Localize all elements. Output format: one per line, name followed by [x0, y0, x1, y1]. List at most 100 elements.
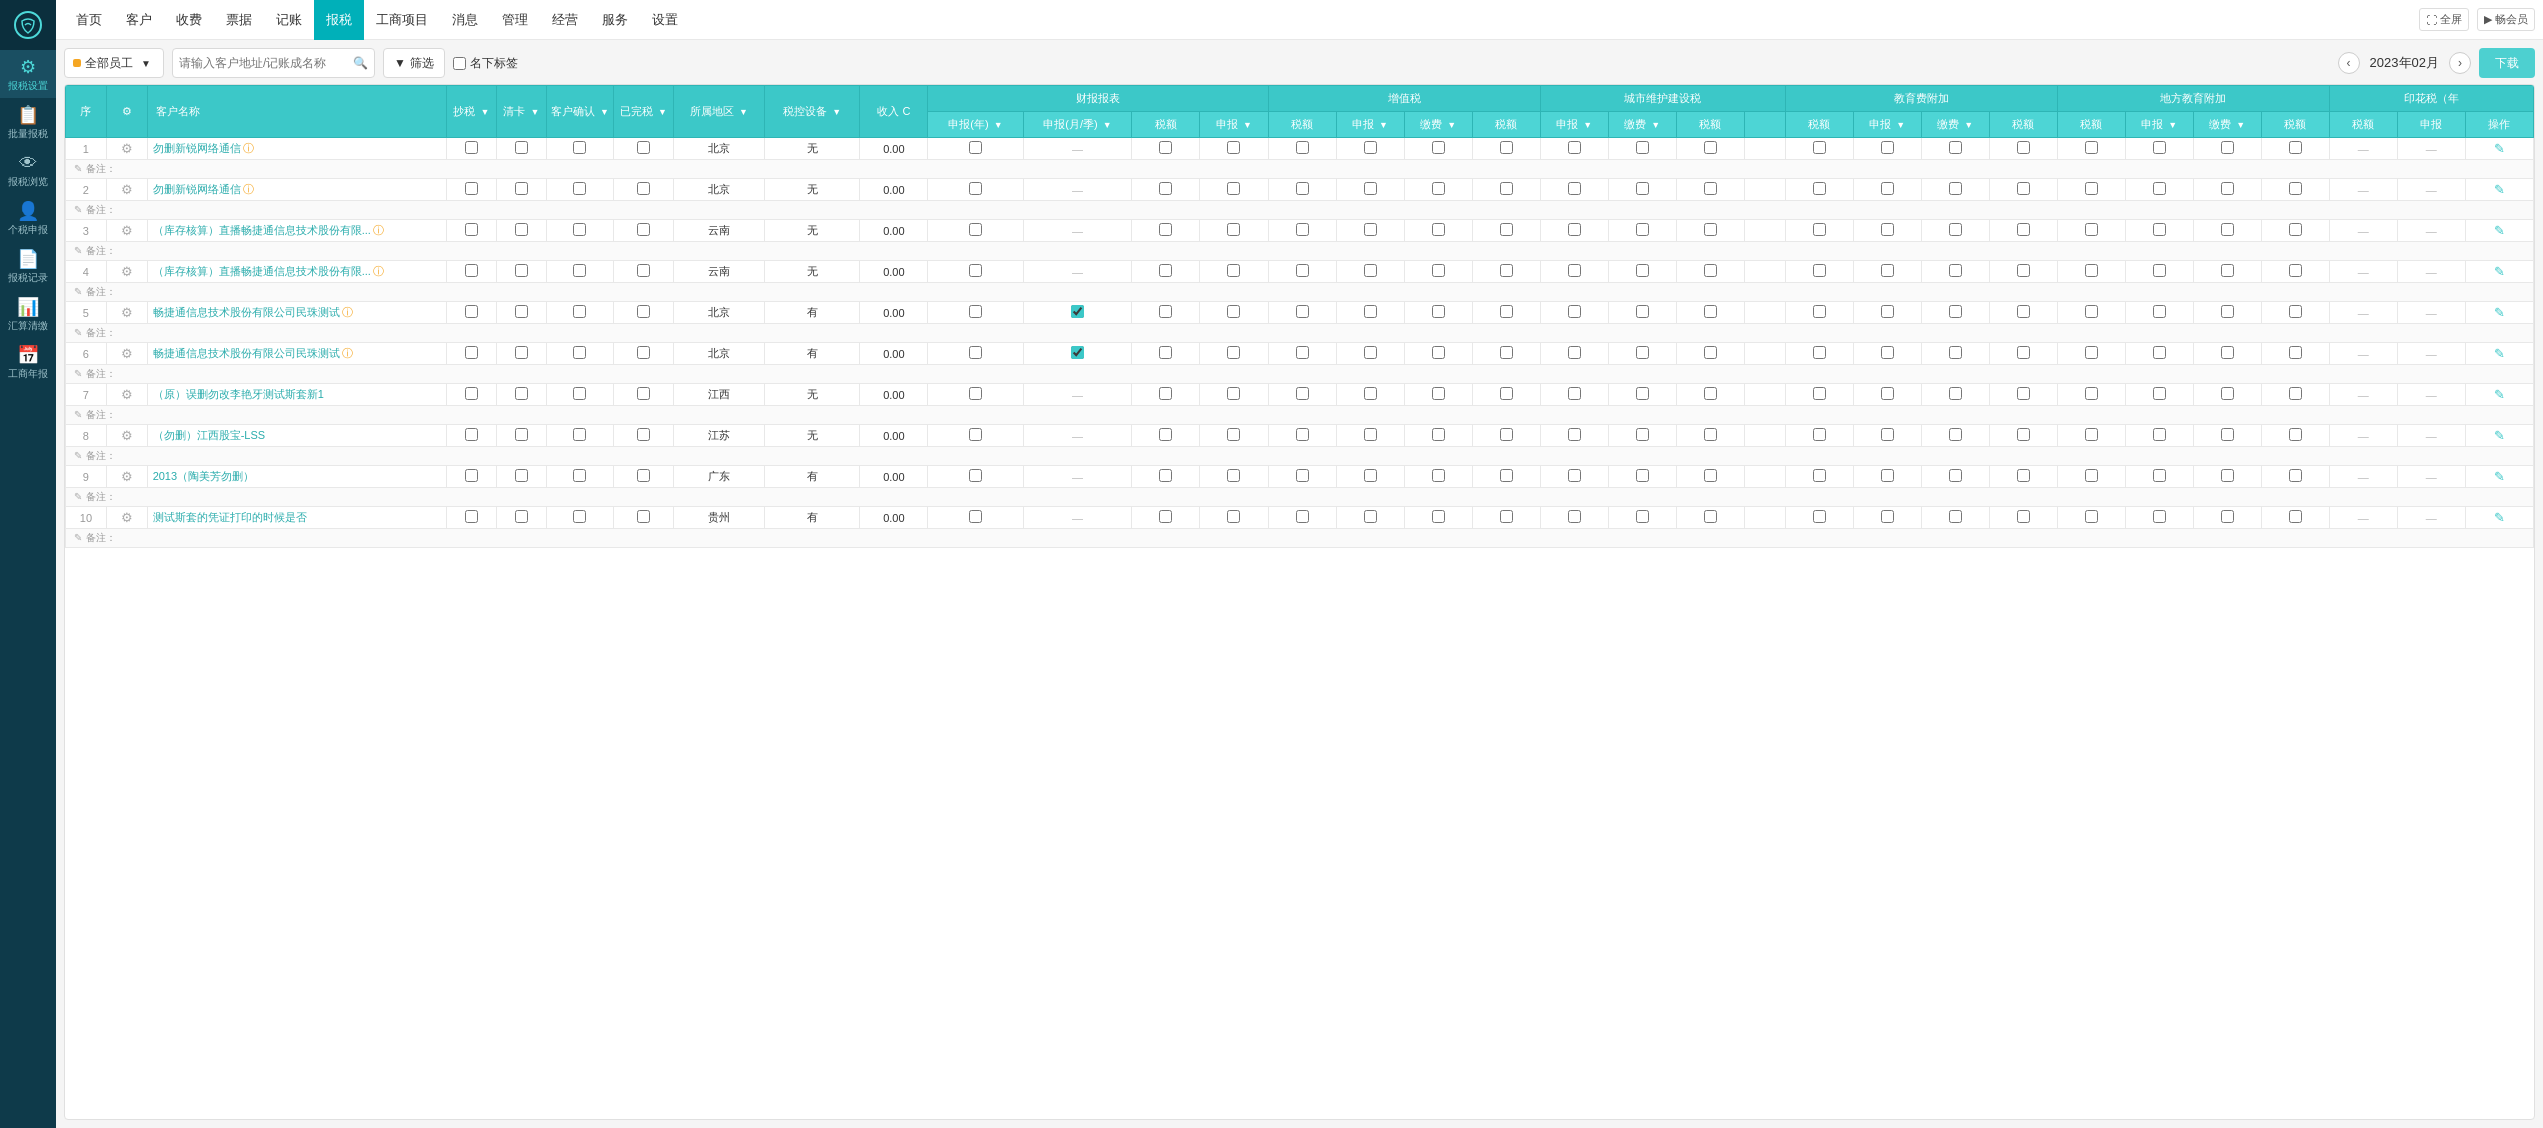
row-gear-icon[interactable]: ⚙ [121, 223, 133, 238]
jy-input-3[interactable] [2017, 346, 2030, 359]
zjs-input-1[interactable] [1364, 387, 1377, 400]
cs-input-1[interactable] [1636, 182, 1649, 195]
cb-year-input[interactable] [969, 346, 982, 359]
edit-icon[interactable]: ✎ [2494, 510, 2505, 525]
jy-input-2[interactable] [1949, 264, 1962, 277]
zjs-input-2[interactable] [1432, 264, 1445, 277]
jy-input-0[interactable] [1813, 305, 1826, 318]
jy-input-2[interactable] [1949, 182, 1962, 195]
jy-input-3[interactable] [2017, 223, 2030, 236]
edit-icon[interactable]: ✎ [2494, 141, 2505, 156]
nav-records[interactable]: 记账 [264, 0, 314, 40]
cb-year-input[interactable] [969, 428, 982, 441]
jy-input-2[interactable] [1949, 428, 1962, 441]
jy-input-2[interactable] [1949, 141, 1962, 154]
cell-name[interactable]: 测试斯套的凭证打印的时候是否 [147, 507, 446, 529]
df-input-2[interactable] [2221, 305, 2234, 318]
zjs-input-3[interactable] [1500, 223, 1513, 236]
cell-name[interactable]: 畅捷通信息技术股份有限公司民珠测试ⓘ [147, 302, 446, 324]
zjs-input-2[interactable] [1432, 469, 1445, 482]
cb-declare-input[interactable] [1227, 428, 1240, 441]
cell-name[interactable]: 勿删新锐网络通信ⓘ [147, 179, 446, 201]
cb-declare-input[interactable] [1227, 305, 1240, 318]
cell-tax-copy-input[interactable] [465, 510, 478, 523]
fullscreen-button[interactable]: ⛶ 全屏 [2419, 8, 2469, 31]
f-icon11[interactable]: ▼ [2236, 120, 2245, 130]
cell-tax-copy-input[interactable] [465, 264, 478, 277]
row-gear-icon[interactable]: ⚙ [121, 182, 133, 197]
vip-button[interactable]: ▶ 畅会员 [2477, 8, 2535, 31]
edit-icon[interactable]: ✎ [2494, 223, 2505, 238]
f-icon5[interactable]: ▼ [1447, 120, 1456, 130]
zjs-input-0[interactable] [1296, 141, 1309, 154]
settings-icon[interactable]: ⚙ [122, 105, 132, 117]
zjs-input-0[interactable] [1296, 346, 1309, 359]
zjs-input-3[interactable] [1500, 305, 1513, 318]
cb-declare-input[interactable] [1227, 346, 1240, 359]
jy-input-0[interactable] [1813, 141, 1826, 154]
nav-settings[interactable]: 设置 [640, 0, 690, 40]
cs-input-2[interactable] [1704, 428, 1717, 441]
df-input-0[interactable] [2085, 182, 2098, 195]
cb-declare-input[interactable] [1227, 510, 1240, 523]
jy-input-0[interactable] [1813, 264, 1826, 277]
filter-arrow-icon[interactable]: ▼ [481, 107, 490, 117]
nav-industry[interactable]: 工商项目 [364, 0, 440, 40]
zjs-input-2[interactable] [1432, 305, 1445, 318]
f-icon10[interactable]: ▼ [2168, 120, 2177, 130]
df-input-3[interactable] [2289, 182, 2302, 195]
jy-input-0[interactable] [1813, 346, 1826, 359]
cs-input-2[interactable] [1704, 223, 1717, 236]
zjs-input-3[interactable] [1500, 264, 1513, 277]
df-input-1[interactable] [2153, 264, 2166, 277]
cell-swipe-input[interactable] [515, 264, 528, 277]
cell-confirm-input[interactable] [573, 428, 586, 441]
cs-input-2[interactable] [1704, 182, 1717, 195]
name-tag-checkbox[interactable]: 名下标签 [453, 55, 518, 72]
cell-tax-copy-input[interactable] [465, 428, 478, 441]
filter-arrow-icon5[interactable]: ▼ [739, 107, 748, 117]
cell-confirm-input[interactable] [573, 346, 586, 359]
df-input-3[interactable] [2289, 264, 2302, 277]
cs-input-1[interactable] [1636, 141, 1649, 154]
jy-input-1[interactable] [1881, 264, 1894, 277]
cell-confirm-input[interactable] [573, 264, 586, 277]
df-input-0[interactable] [2085, 387, 2098, 400]
df-input-0[interactable] [2085, 141, 2098, 154]
cb-year-input[interactable] [969, 305, 982, 318]
cell-tax-copy-input[interactable] [465, 141, 478, 154]
nav-message[interactable]: 消息 [440, 0, 490, 40]
cell-name[interactable]: （库存核算）直播畅捷通信息技术股份有限...ⓘ [147, 220, 446, 242]
search-icon[interactable]: 🔍 [353, 56, 368, 70]
sidebar-item-summary[interactable]: 📊 汇算清缴 [0, 290, 56, 338]
df-input-1[interactable] [2153, 223, 2166, 236]
edit-icon[interactable]: ✎ [2494, 182, 2505, 197]
next-month-button[interactable]: › [2449, 52, 2471, 74]
cs-input-1[interactable] [1636, 510, 1649, 523]
df-input-2[interactable] [2221, 182, 2234, 195]
cb-tax-input[interactable] [1159, 141, 1172, 154]
df-input-2[interactable] [2221, 387, 2234, 400]
zjs-input-2[interactable] [1432, 387, 1445, 400]
zjs-input-2[interactable] [1432, 182, 1445, 195]
jy-input-1[interactable] [1881, 510, 1894, 523]
cell-confirm-input[interactable] [573, 387, 586, 400]
filter-arrow-icon6[interactable]: ▼ [832, 107, 841, 117]
cs-input-1[interactable] [1636, 387, 1649, 400]
zjs-input-1[interactable] [1364, 428, 1377, 441]
cb-tax-input[interactable] [1159, 182, 1172, 195]
jy-input-1[interactable] [1881, 346, 1894, 359]
cb-tax-input[interactable] [1159, 510, 1172, 523]
cb-declare-input[interactable] [1227, 141, 1240, 154]
df-input-1[interactable] [2153, 141, 2166, 154]
zjs-input-0[interactable] [1296, 428, 1309, 441]
cb-year-input[interactable] [969, 223, 982, 236]
zjs-input-1[interactable] [1364, 223, 1377, 236]
cs-input-2[interactable] [1704, 305, 1717, 318]
df-input-3[interactable] [2289, 223, 2302, 236]
f-icon[interactable]: ▼ [994, 120, 1003, 130]
f-icon4[interactable]: ▼ [1379, 120, 1388, 130]
cb-year-input[interactable] [969, 387, 982, 400]
zjs-input-1[interactable] [1364, 469, 1377, 482]
cs-input-0[interactable] [1568, 264, 1581, 277]
